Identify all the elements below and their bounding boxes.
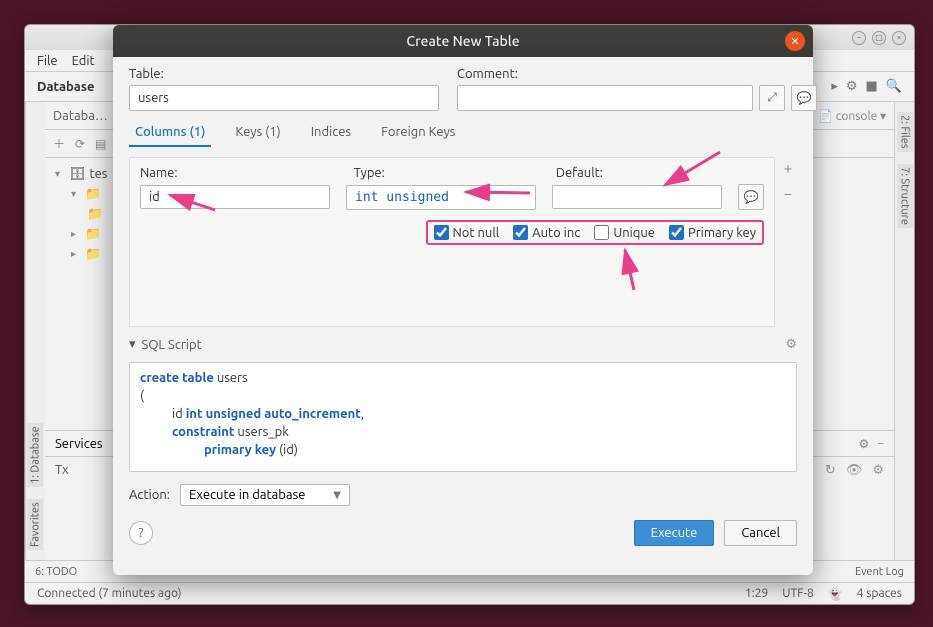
auto-inc-checkbox[interactable]: Auto inc [513, 225, 580, 240]
primary-key-checkbox[interactable]: Primary key [669, 225, 756, 240]
gutter-tab-favorites[interactable]: Favorites [28, 499, 44, 550]
ghost-icon[interactable]: 👻 [828, 587, 843, 601]
search-icon[interactable]: 🔍 [886, 79, 902, 94]
sql-settings-icon[interactable]: ⚙ [785, 337, 797, 352]
filter-icon[interactable]: ▤ [95, 137, 106, 151]
gear-icon-2[interactable]: ⚙ [872, 463, 884, 478]
action-dropdown[interactable]: Execute in database▼ [180, 484, 350, 506]
right-gutter: 2: Files 7: Structure [894, 102, 914, 560]
tab-columns[interactable]: Columns (1) [129, 121, 211, 147]
commit-icon[interactable]: ↻ [825, 463, 836, 478]
sql-script-label: SQL Script [142, 338, 202, 352]
maximize-button[interactable]: □ [872, 31, 886, 45]
tx-label: Tx [55, 463, 69, 477]
column-default-input[interactable] [552, 185, 722, 209]
add-icon[interactable]: ＋ [53, 135, 65, 152]
chevron-down-icon[interactable]: ▾ [129, 337, 136, 352]
column-name-label: Name: [140, 166, 178, 180]
left-gutter: Favorites 1: Database [25, 102, 45, 560]
unique-checkbox[interactable]: Unique [594, 225, 655, 240]
gutter-tab-files[interactable]: 2: Files [897, 112, 913, 152]
comment-input[interactable] [457, 85, 753, 111]
close-icon[interactable]: ✕ [785, 31, 805, 51]
stop-icon[interactable]: ■ [866, 79, 878, 94]
comment-label: Comment: [457, 67, 817, 81]
default-edit-icon[interactable]: 💬 [738, 184, 764, 210]
dialog-title: Create New Table [406, 33, 519, 49]
column-flags: Not null Auto inc Unique Primary key [426, 220, 765, 245]
tab-keys[interactable]: Keys (1) [229, 121, 286, 147]
action-label: Action: [129, 488, 170, 502]
services-title: Services [55, 437, 103, 451]
gutter-tab-structure[interactable]: 7: Structure [897, 164, 913, 228]
settings-icon[interactable]: ⚙ [858, 437, 869, 451]
tab-indices[interactable]: Indices [305, 121, 357, 147]
minimize-icon[interactable]: − [877, 437, 884, 451]
sql-preview[interactable]: create table users ( id int unsigned aut… [129, 362, 797, 472]
tab-todo[interactable]: 6: TODO [35, 566, 77, 578]
dialog-titlebar: Create New Table ✕ [113, 25, 813, 57]
column-type-label: Type: [354, 166, 385, 180]
indent[interactable]: 4 spaces [857, 587, 902, 601]
status-message: Connected (7 minutes ago) [37, 587, 182, 600]
breadcrumb: Database [37, 80, 94, 94]
add-column-button[interactable]: + [779, 157, 797, 177]
execute-button[interactable]: Execute [634, 520, 715, 546]
menu-edit[interactable]: Edit [72, 54, 95, 68]
column-default-label: Default: [556, 166, 603, 180]
gutter-tab-database[interactable]: 1: Database [28, 423, 44, 487]
close-button[interactable]: × [892, 31, 906, 45]
encoding[interactable]: UTF-8 [782, 587, 813, 601]
tab-eventlog[interactable]: Event Log [855, 566, 904, 578]
console-dropdown[interactable]: 📄 console ▾ [818, 109, 886, 123]
remove-column-button[interactable]: − [779, 183, 797, 203]
column-type-input[interactable] [346, 185, 536, 210]
refresh-icon[interactable]: ⟳ [75, 137, 85, 151]
table-name-input[interactable] [129, 85, 439, 111]
tabs: Columns (1) Keys (1) Indices Foreign Key… [129, 117, 797, 151]
menu-file[interactable]: File [37, 54, 58, 68]
cancel-button[interactable]: Cancel [724, 520, 797, 546]
tab-foreign-keys[interactable]: Foreign Keys [375, 121, 461, 147]
eye-icon[interactable]: 👁 [846, 463, 863, 478]
column-name-input[interactable] [140, 185, 330, 209]
gear-icon[interactable]: ⚙ [846, 79, 858, 94]
expand-comment-icon[interactable]: ⤢ [759, 85, 785, 111]
cursor-position[interactable]: 1:29 [745, 587, 768, 601]
minimize-button[interactable]: − [852, 31, 866, 45]
comment-icon[interactable]: 💬 [791, 85, 817, 111]
db-panel-title: Databa… [53, 109, 108, 123]
run-icon[interactable]: ▸ [831, 79, 838, 94]
create-table-dialog: Create New Table ✕ Table: Comment: ⤢ 💬 C… [113, 25, 813, 575]
not-null-checkbox[interactable]: Not null [434, 225, 500, 240]
table-label: Table: [129, 67, 439, 81]
help-button[interactable]: ? [129, 521, 153, 545]
status-bar: Connected (7 minutes ago) 1:29 UTF-8 👻 4… [25, 582, 914, 604]
